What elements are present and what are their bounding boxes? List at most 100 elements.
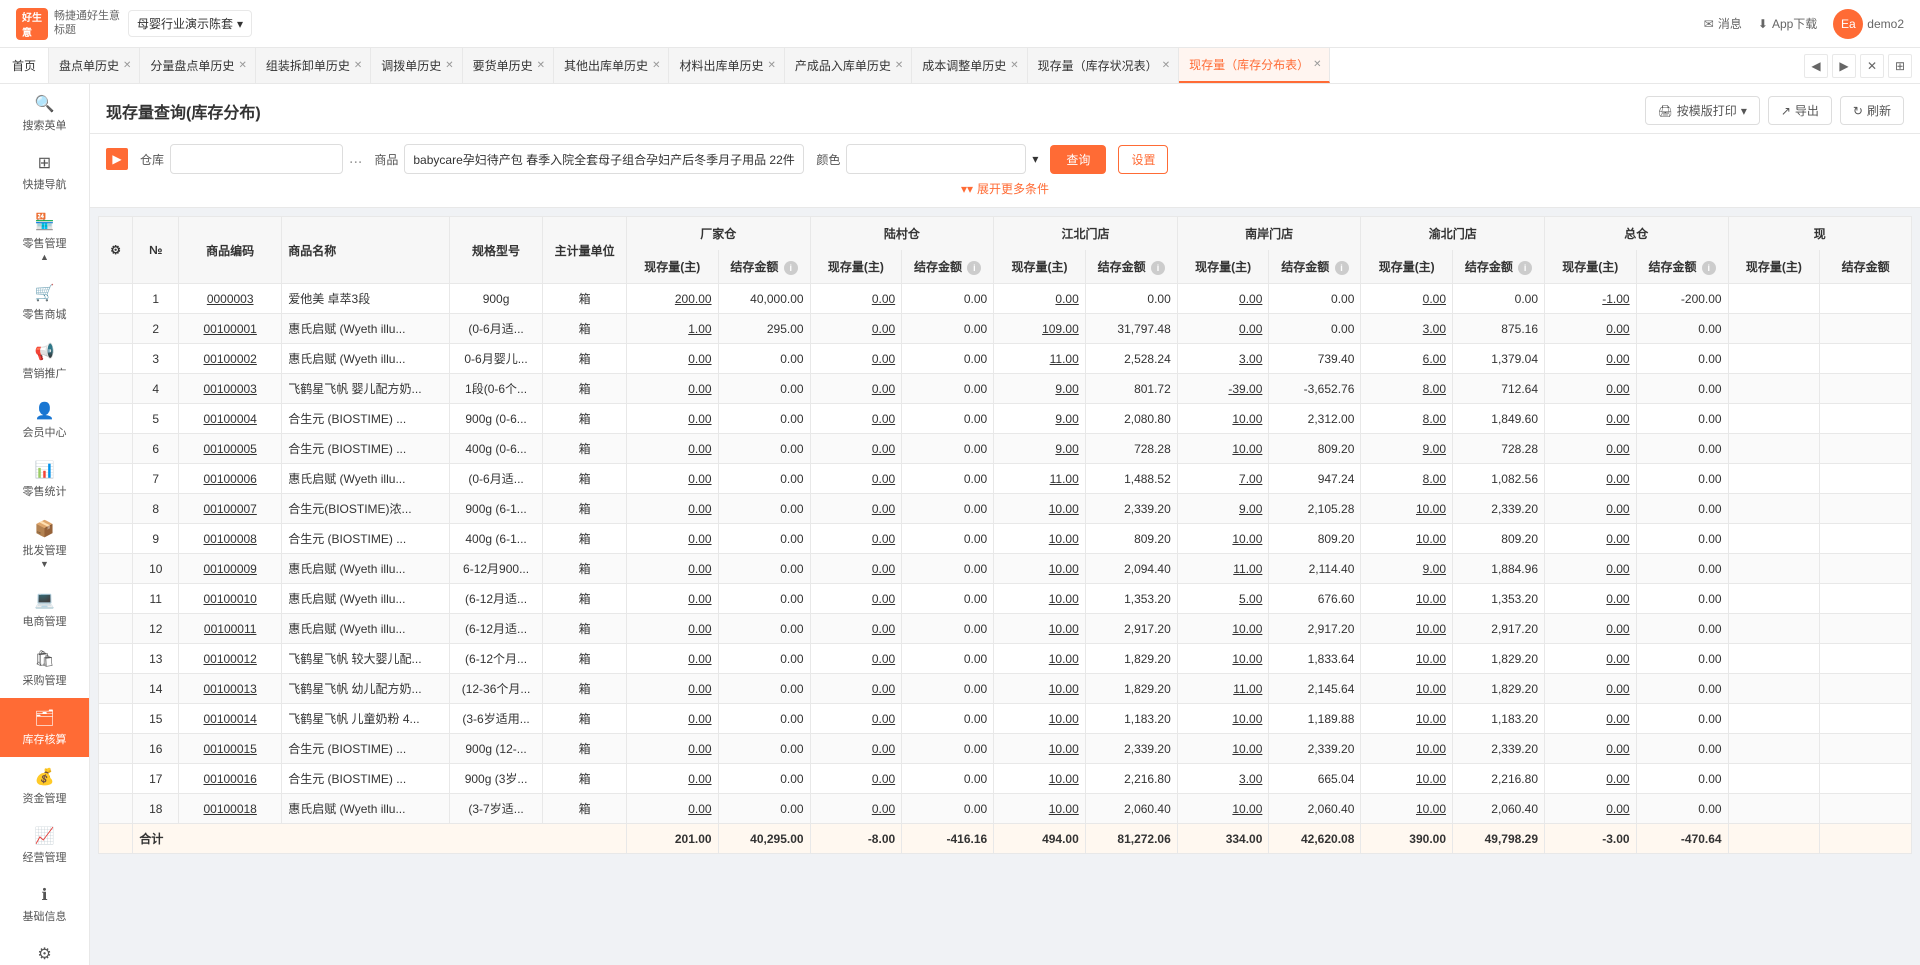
- tab-close-icon[interactable]: ✕: [537, 60, 545, 71]
- grid-icon: ⊞: [4, 153, 85, 173]
- warehouse-input[interactable]: [170, 144, 343, 174]
- cell-c2-qty: 0.00: [810, 524, 902, 554]
- goods-input[interactable]: [404, 144, 804, 174]
- cell-code: 00100001: [179, 314, 282, 344]
- tab-close-icon[interactable]: ✕: [767, 60, 775, 71]
- tab-product-in[interactable]: 产成品入库单历史 ✕: [785, 48, 912, 83]
- cell-c2-amt: 0.00: [902, 524, 994, 554]
- sidebar-item-search[interactable]: 🔍 搜索英单: [0, 84, 89, 143]
- cell-code: 00100014: [179, 704, 282, 734]
- print-icon: 🖨: [1658, 104, 1673, 118]
- cell-extra-amt: [1820, 314, 1912, 344]
- tab-close-all-button[interactable]: ✕: [1860, 54, 1884, 78]
- cell-total-amt: 0.00: [1636, 314, 1728, 344]
- tab-inventory-check[interactable]: 盘点单历史 ✕: [49, 48, 140, 83]
- cell-extra-amt: [1820, 764, 1912, 794]
- tab-close-icon[interactable]: ✕: [1162, 60, 1170, 71]
- tab-close-icon[interactable]: ✕: [445, 60, 453, 71]
- refresh-button[interactable]: ↻ 刷新: [1840, 96, 1904, 125]
- tab-home[interactable]: 首页: [0, 48, 49, 83]
- tab-prev-button[interactable]: ◀: [1804, 54, 1828, 78]
- th-settings[interactable]: ⚙: [99, 217, 133, 284]
- table-row: 14 00100013 飞鹤星飞帆 幼儿配方奶... (12-36个月... 箱…: [99, 674, 1912, 704]
- total-amt-info-icon[interactable]: i: [1702, 261, 1716, 275]
- tab-transfer[interactable]: 调拨单历史 ✕: [371, 48, 462, 83]
- user-profile[interactable]: Ea demo2: [1833, 9, 1904, 39]
- color-input[interactable]: [846, 144, 1026, 174]
- cell-extra-qty: [1728, 734, 1820, 764]
- tab-inventory-check2[interactable]: 分量盘点单历史 ✕: [140, 48, 255, 83]
- goods-label: 商品: [374, 151, 398, 168]
- cell-code: 00100012: [179, 644, 282, 674]
- warehouse-dots[interactable]: ...: [349, 150, 362, 168]
- sidebar-item-ecommerce[interactable]: 💻 电商管理: [0, 580, 89, 639]
- cell-c4-qty: 3.00: [1177, 764, 1269, 794]
- tab-close-icon[interactable]: ✕: [895, 60, 903, 71]
- cell-c1-qty: 0.00: [626, 674, 718, 704]
- app-download-button[interactable]: ⬇ App下载: [1758, 15, 1817, 32]
- cell-c2-amt: 0.00: [902, 404, 994, 434]
- sidebar-item-retail-mgmt[interactable]: 🏪 零售管理 ▲: [0, 202, 89, 273]
- tab-close-icon[interactable]: ✕: [1010, 60, 1018, 71]
- tab-stock-dist[interactable]: 现存量（库存分布表） ✕: [1179, 48, 1330, 83]
- message-button[interactable]: ✉ 消息: [1704, 15, 1742, 32]
- cell-unit: 箱: [543, 674, 627, 704]
- c4-amt-info-icon[interactable]: i: [1335, 261, 1349, 275]
- c2-amt-info-icon[interactable]: i: [967, 261, 981, 275]
- expand-conditions-button[interactable]: ▾▾ 展开更多条件: [106, 180, 1904, 197]
- filter-collapse-button[interactable]: ▶: [106, 148, 128, 170]
- c1-amt-info-icon[interactable]: i: [784, 261, 798, 275]
- cell-name: 惠氏启赋 (Wyeth illu...: [282, 344, 450, 374]
- tab-purchase-order[interactable]: 要货单历史 ✕: [463, 48, 554, 83]
- cell-c2-qty: 0.00: [810, 284, 902, 314]
- summary-row: 合计 201.00 40,295.00 -8.00 -416.16 494.00…: [99, 824, 1912, 854]
- sidebar-item-system[interactable]: ⚙ 系统管理: [0, 934, 89, 965]
- sidebar-item-nav[interactable]: ⊞ 快捷导航: [0, 143, 89, 202]
- tab-stock-status[interactable]: 现存量（库存状况表） ✕: [1028, 48, 1179, 83]
- tab-close-icon[interactable]: ✕: [238, 60, 246, 71]
- cell-c5-amt: 1,183.20: [1453, 704, 1545, 734]
- sidebar-item-purchase[interactable]: 🛍 采购管理: [0, 639, 89, 698]
- industry-selector[interactable]: 母婴行业演示陈套 ▾: [128, 10, 252, 37]
- setting-button[interactable]: 设置: [1118, 145, 1168, 174]
- sidebar-item-inventory[interactable]: 🗂 库存核算: [0, 698, 89, 757]
- cell-c5-amt: 728.28: [1453, 434, 1545, 464]
- wholesale-icon: 📦: [4, 519, 85, 539]
- tab-next-button[interactable]: ▶: [1832, 54, 1856, 78]
- cell-name: 惠氏启赋 (Wyeth illu...: [282, 314, 450, 344]
- cell-c2-qty: 0.00: [810, 554, 902, 584]
- tab-close-icon[interactable]: ✕: [652, 60, 660, 71]
- tab-cost-adjust[interactable]: 成本调整单历史 ✕: [912, 48, 1027, 83]
- cell-c5-amt: 1,884.96: [1453, 554, 1545, 584]
- th-c4-qty: 现存量(主): [1177, 250, 1269, 284]
- sidebar-item-operations[interactable]: 📈 经营管理: [0, 816, 89, 875]
- cell-c5-qty: 9.00: [1361, 554, 1453, 584]
- tab-assembly[interactable]: 组装拆卸单历史 ✕: [256, 48, 371, 83]
- cell-no: 4: [133, 374, 179, 404]
- tab-close-icon[interactable]: ✕: [123, 60, 131, 71]
- print-button[interactable]: 🖨 按模版打印 ▾: [1645, 96, 1760, 125]
- tab-other-out[interactable]: 其他出库单历史 ✕: [554, 48, 669, 83]
- sidebar-item-retail-stat[interactable]: 📊 零售统计: [0, 450, 89, 509]
- sidebar-item-finance[interactable]: 💰 资金管理: [0, 757, 89, 816]
- tab-close-icon[interactable]: ✕: [1313, 59, 1321, 70]
- sidebar-item-marketing[interactable]: 📢 营销推广: [0, 332, 89, 391]
- avatar: Ea: [1833, 9, 1863, 39]
- sidebar-item-wholesale[interactable]: 📦 批发管理 ▼: [0, 509, 89, 580]
- query-button[interactable]: 查询: [1050, 145, 1106, 174]
- cell-c4-qty: 0.00: [1177, 284, 1269, 314]
- sidebar-item-retail-shop[interactable]: 🛒 零售商城: [0, 273, 89, 332]
- page-actions: 🖨 按模版打印 ▾ ↗ 导出 ↻ 刷新: [1645, 96, 1904, 125]
- cell-c2-qty: 0.00: [810, 764, 902, 794]
- tab-close-icon[interactable]: ✕: [354, 60, 362, 71]
- tab-material-out[interactable]: 材料出库单历史 ✕: [669, 48, 784, 83]
- cell-extra-amt: [1820, 404, 1912, 434]
- sidebar-item-member[interactable]: 👤 会员中心: [0, 391, 89, 450]
- c5-amt-info-icon[interactable]: i: [1518, 261, 1532, 275]
- purchase-icon: 🛍: [4, 649, 85, 669]
- sidebar-item-basic-info[interactable]: ℹ 基础信息: [0, 875, 89, 934]
- marketing-icon: 📢: [4, 342, 85, 362]
- c3-amt-info-icon[interactable]: i: [1151, 261, 1165, 275]
- tab-expand-button[interactable]: ⊞: [1888, 54, 1912, 78]
- export-button[interactable]: ↗ 导出: [1768, 96, 1832, 125]
